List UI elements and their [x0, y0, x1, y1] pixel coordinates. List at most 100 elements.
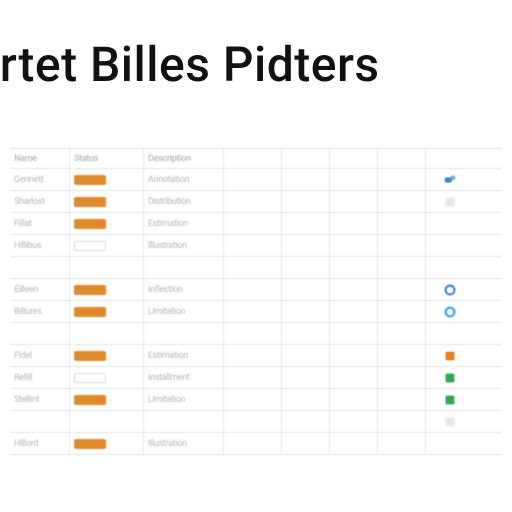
table-row: Fillat Estimation	[10, 213, 502, 235]
cell-empty	[282, 235, 330, 256]
cell-empty	[224, 279, 282, 300]
cell-empty	[282, 257, 330, 278]
cell-empty	[378, 433, 426, 454]
cell-empty	[282, 323, 330, 344]
status-pill	[74, 175, 106, 185]
cell-empty	[330, 279, 378, 300]
cell-empty	[378, 213, 426, 234]
ring-icon	[443, 283, 457, 297]
cell-empty	[282, 433, 330, 454]
cell-empty	[330, 433, 378, 454]
cell-name	[10, 257, 70, 278]
cell-name: Fidel	[10, 345, 70, 366]
cell-empty	[282, 213, 330, 234]
cell-empty	[330, 389, 378, 410]
table-row: Fidel Estimation	[10, 345, 502, 367]
cell-empty	[282, 301, 330, 322]
status-pill	[74, 439, 106, 449]
cell-icon	[426, 367, 474, 388]
square-icon	[443, 195, 457, 209]
ring-icon	[443, 305, 457, 319]
cell-status	[70, 279, 144, 300]
table-row: HillibusIllustration	[10, 235, 502, 257]
cell-name: Eilleen	[10, 279, 70, 300]
cell-empty	[282, 389, 330, 410]
col-header-5	[330, 149, 378, 168]
status-pill	[74, 351, 106, 361]
cell-desc	[144, 257, 224, 278]
cell-empty	[378, 367, 426, 388]
cell-desc: Inflection	[144, 279, 224, 300]
cell-name: Hillibus	[10, 235, 70, 256]
cell-empty	[330, 367, 378, 388]
col-header-2: Description	[144, 149, 224, 168]
cell-empty	[282, 345, 330, 366]
cell-empty	[330, 301, 378, 322]
cell-status	[70, 345, 144, 366]
table-row: Eilleen Inflection	[10, 279, 502, 301]
cell-empty	[378, 389, 426, 410]
square-icon	[443, 393, 457, 407]
cell-status	[70, 213, 144, 234]
cell-name: Gennett	[10, 169, 70, 190]
square-icon	[443, 415, 457, 429]
cell-empty	[378, 279, 426, 300]
cell-icon	[426, 411, 474, 432]
status-pill	[74, 219, 106, 229]
cell-empty	[378, 323, 426, 344]
cell-empty	[224, 169, 282, 190]
table-row: BilturesLimitation	[10, 301, 502, 323]
cell-empty	[378, 169, 426, 190]
cell-empty	[378, 411, 426, 432]
cell-status	[70, 257, 144, 278]
cell-icon	[426, 191, 474, 212]
cell-desc: Estimation	[144, 213, 224, 234]
cell-icon	[426, 257, 474, 278]
col-header-3	[224, 149, 282, 168]
cell-name: Refill	[10, 367, 70, 388]
cell-desc	[144, 323, 224, 344]
cell-status	[70, 169, 144, 190]
cell-desc: Estimation	[144, 345, 224, 366]
square-icon	[443, 349, 457, 363]
col-header-7	[426, 149, 474, 168]
cell-empty	[224, 433, 282, 454]
spreadsheet: Name Status Description Gennett Annotatio…	[10, 148, 502, 478]
page-title: ortet Billes Pidters	[0, 36, 380, 93]
cell-name	[10, 323, 70, 344]
table-row	[10, 323, 502, 345]
cell-empty	[224, 235, 282, 256]
cell-empty	[282, 279, 330, 300]
cell-name: Biltures	[10, 301, 70, 322]
col-header-1: Status	[70, 149, 144, 168]
cell-empty	[224, 213, 282, 234]
cell-empty	[378, 345, 426, 366]
cell-empty	[378, 257, 426, 278]
cell-icon	[426, 301, 474, 322]
cell-empty	[282, 367, 330, 388]
cell-empty	[330, 257, 378, 278]
cell-empty	[378, 235, 426, 256]
status-pill	[74, 373, 106, 383]
cell-icon	[426, 169, 474, 190]
cell-status	[70, 235, 144, 256]
cell-desc: Installment	[144, 367, 224, 388]
cell-empty	[224, 389, 282, 410]
cell-desc: Annotation	[144, 169, 224, 190]
cell-name: Stellint	[10, 389, 70, 410]
cell-empty	[330, 169, 378, 190]
cell-empty	[282, 169, 330, 190]
cell-empty	[224, 367, 282, 388]
cell-empty	[224, 323, 282, 344]
table-row	[10, 411, 502, 433]
cell-desc	[144, 411, 224, 432]
header-row: Name Status Description	[10, 149, 502, 169]
cell-empty	[282, 191, 330, 212]
cell-name: Fillat	[10, 213, 70, 234]
cell-empty	[330, 411, 378, 432]
cell-status	[70, 389, 144, 410]
table-row: HillordIllustration	[10, 433, 502, 455]
cell-empty	[224, 345, 282, 366]
cell-name: Sharlost	[10, 191, 70, 212]
cell-icon	[426, 433, 474, 454]
